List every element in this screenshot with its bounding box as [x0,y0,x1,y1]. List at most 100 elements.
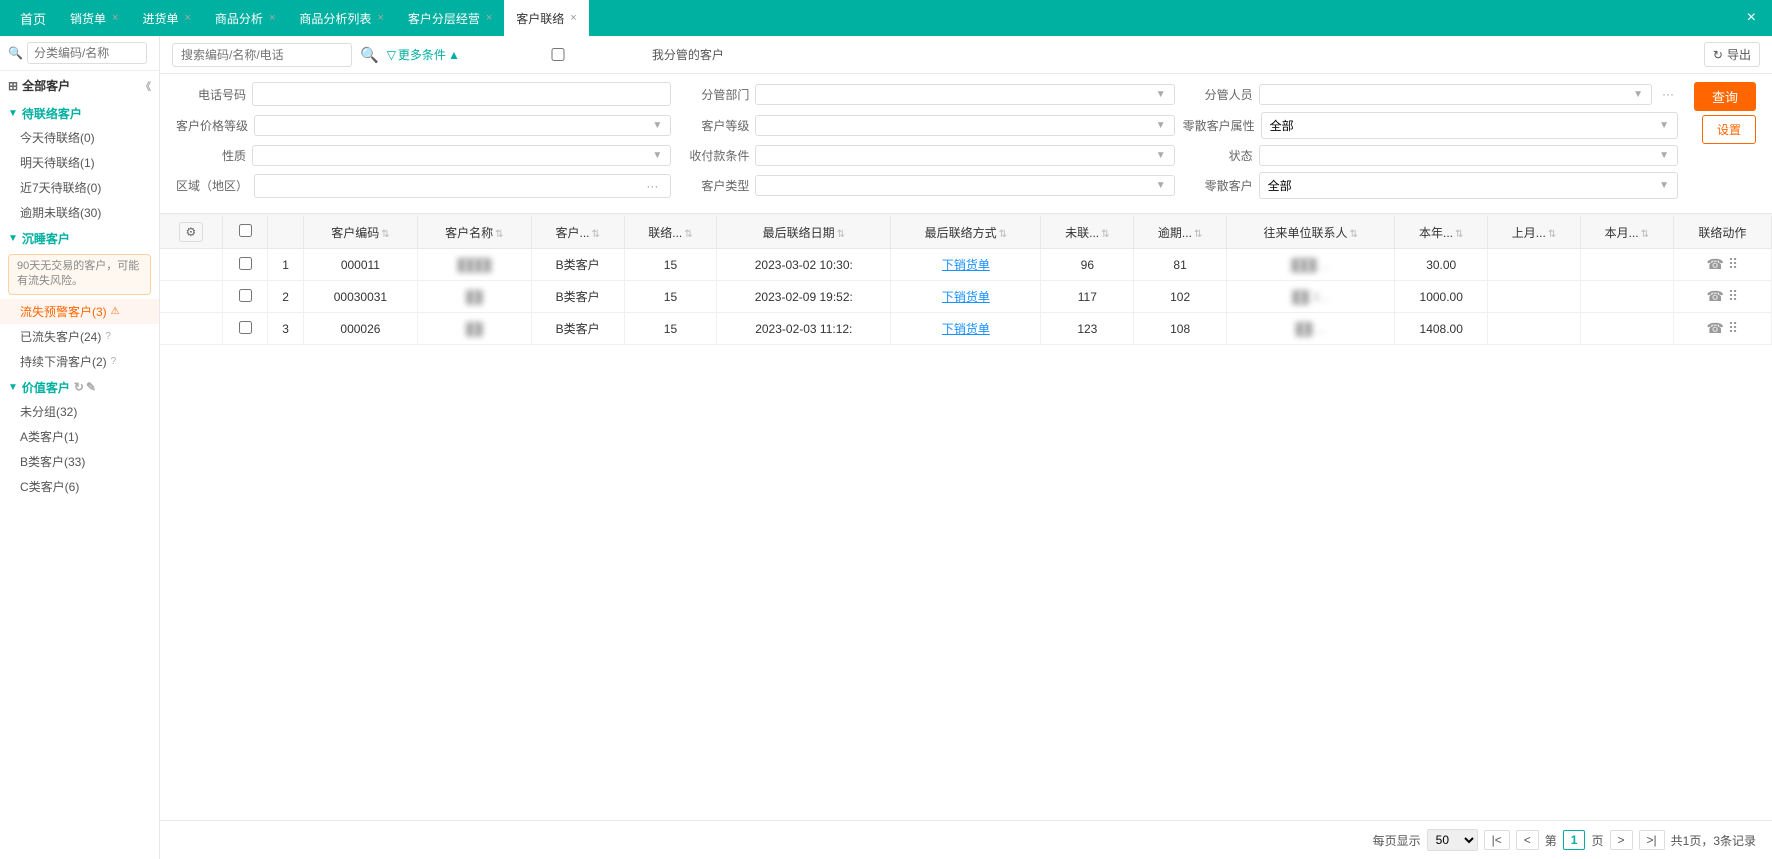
col-uncontacted[interactable]: 未联...⇅ [1041,216,1134,249]
col-last-month[interactable]: 上月...⇅ [1488,216,1581,249]
col-code[interactable]: 客户编码⇅ [303,216,417,249]
tab-sales[interactable]: 销货单 × [58,0,130,36]
search-input[interactable] [172,43,352,67]
sidebar-item-class-b[interactable]: B类客户(33) [0,449,159,474]
col-unit-contacts[interactable]: 往来单位联系人⇅ [1227,216,1395,249]
sort-date-icon: ⇅ [837,229,845,240]
tab-customer-tier[interactable]: 客户分层经营 × [396,0,504,36]
close-sales-icon[interactable]: × [112,12,118,24]
sidebar-group-sleeping[interactable]: ▼ 沉睡客户 [0,225,159,250]
col-checkbox[interactable] [222,216,267,249]
row-checkbox-cell[interactable] [222,281,267,313]
row-checkbox-cell[interactable] [222,313,267,345]
manager-select[interactable]: ▼ [1259,84,1652,105]
customer-level-select[interactable]: ▼ [755,115,1174,136]
close-all-tabs-button[interactable]: × [1739,9,1764,27]
row-code: 000026 [303,313,417,345]
row-more-button[interactable]: ⠿ [1728,256,1738,273]
sidebar-item-tomorrow[interactable]: 明天待联络(1) [0,150,159,175]
select-all-checkbox[interactable] [239,224,252,237]
col-name[interactable]: 客户名称⇅ [417,216,531,249]
pagination: 每页显示 50 100 200 |< < 第 1 页 > >| 共1页，3条记录 [160,820,1772,859]
my-customers-checkbox[interactable] [468,48,648,61]
table-row: 2 00030031 ██ B类客户 15 2023-02-09 19:52: … [160,281,1772,313]
sidebar-item-class-c[interactable]: C类客户(6) [0,474,159,499]
sidebar-item-today[interactable]: 今天待联络(0) [0,125,159,150]
row-contact-button[interactable]: ☎ [1706,320,1723,337]
col-this-year[interactable]: 本年...⇅ [1395,216,1488,249]
row-contact-button[interactable]: ☎ [1706,256,1723,273]
row-checkbox[interactable] [239,257,252,270]
sidebar-group-value[interactable]: ▼ 价值客户 ↻ ✎ [0,374,159,399]
manager-ellipsis[interactable]: ··· [1658,87,1678,101]
setting-button[interactable]: 设置 [1702,115,1756,144]
row-last-way[interactable]: 下销货单 [891,249,1041,281]
sidebar-item-declining[interactable]: 持续下滑客户(2) ? [0,349,159,374]
col-this-month[interactable]: 本月...⇅ [1580,216,1673,249]
close-analysis-list-icon[interactable]: × [377,12,383,24]
sidebar-search-input[interactable] [27,42,147,64]
sidebar-group-pending[interactable]: ▼ 待联络客户 [0,100,159,125]
sidebar-item-overdue[interactable]: 逾期未联络(30) [0,200,159,225]
close-purchase-icon[interactable]: × [184,12,190,24]
customer-type-select[interactable]: ▼ [755,175,1174,196]
price-level-select[interactable]: ▼ [254,115,671,136]
region-select[interactable]: ··· [254,174,671,198]
last-way-link[interactable]: 下销货单 [942,258,990,272]
sidebar-item-churn-warning[interactable]: 流失预警客户(3) ⚠ [0,299,159,324]
refresh-icon[interactable]: ↻ [74,380,84,394]
search-button[interactable]: 🔍 [360,46,379,64]
last-way-link[interactable]: 下销货单 [942,290,990,304]
col-last-date[interactable]: 最后联络日期⇅ [717,216,891,249]
tab-home[interactable]: 首页 [8,0,58,36]
close-customer-link-icon[interactable]: × [570,12,576,24]
payment-select[interactable]: ▼ [755,145,1174,166]
more-conditions-button[interactable]: ▽ 更多条件 ▲ [387,46,460,63]
all-customers-header[interactable]: ⊞ 全部客户 《 [0,71,159,100]
retail-attr-select[interactable]: 全部 ▼ [1261,112,1678,139]
row-contact-button[interactable]: ☎ [1706,288,1723,305]
close-analysis-icon[interactable]: × [269,12,275,24]
sidebar-item-class-a[interactable]: A类客户(1) [0,424,159,449]
col-overdue[interactable]: 逾期...⇅ [1134,216,1227,249]
row-last-way[interactable]: 下销货单 [891,313,1041,345]
tab-analysis-list[interactable]: 商品分析列表 × [287,0,395,36]
collapse-icon[interactable]: 《 [141,78,151,93]
last-page-button[interactable]: >| [1639,830,1665,850]
edit-icon[interactable]: ✎ [86,380,96,394]
row-checkbox-cell[interactable] [222,249,267,281]
dept-select[interactable]: ▼ [755,84,1174,105]
phone-input[interactable] [252,82,671,106]
status-select[interactable]: ▼ [1259,145,1678,166]
col-last-way[interactable]: 最后联络方式⇅ [891,216,1041,249]
next-page-button[interactable]: > [1610,830,1633,850]
prev-page-button[interactable]: < [1516,830,1539,850]
sidebar-item-7days[interactable]: 近7天待联络(0) [0,175,159,200]
tab-customer-link[interactable]: 客户联络 × [504,0,588,36]
col-settings[interactable]: ⚙ [160,216,222,249]
close-customer-tier-icon[interactable]: × [486,12,492,24]
filter-action-buttons: 查询 设置 [1686,82,1756,205]
query-button[interactable]: 查询 [1694,82,1756,111]
per-page-select[interactable]: 50 100 200 [1427,829,1478,851]
sort-type-icon: ⇅ [592,229,600,240]
row-more-button[interactable]: ⠿ [1728,288,1738,305]
tab-analysis[interactable]: 商品分析 × [203,0,287,36]
first-page-button[interactable]: |< [1484,830,1510,850]
sidebar-item-churned[interactable]: 已流失客户(24) ? [0,324,159,349]
col-contact[interactable]: 联络...⇅ [624,216,717,249]
sidebar-item-ungrouped[interactable]: 未分组(32) [0,399,159,424]
row-checkbox[interactable] [239,321,252,334]
content-area: 🔍 ▽ 更多条件 ▲ 我分管的客户 ↻ 导出 [160,36,1772,859]
row-more-button[interactable]: ⠿ [1728,320,1738,337]
row-last-way[interactable]: 下销货单 [891,281,1041,313]
col-type[interactable]: 客户...⇅ [531,216,624,249]
retail-customer-select[interactable]: 全部 ▼ [1259,172,1678,199]
row-checkbox[interactable] [239,289,252,302]
nature-select[interactable]: ▼ [252,145,671,166]
export-button[interactable]: ↻ 导出 [1704,42,1760,67]
gear-button[interactable]: ⚙ [179,222,204,242]
tab-purchase[interactable]: 进货单 × [130,0,202,36]
last-way-link[interactable]: 下销货单 [942,322,990,336]
region-ellipsis[interactable]: ··· [642,179,662,193]
